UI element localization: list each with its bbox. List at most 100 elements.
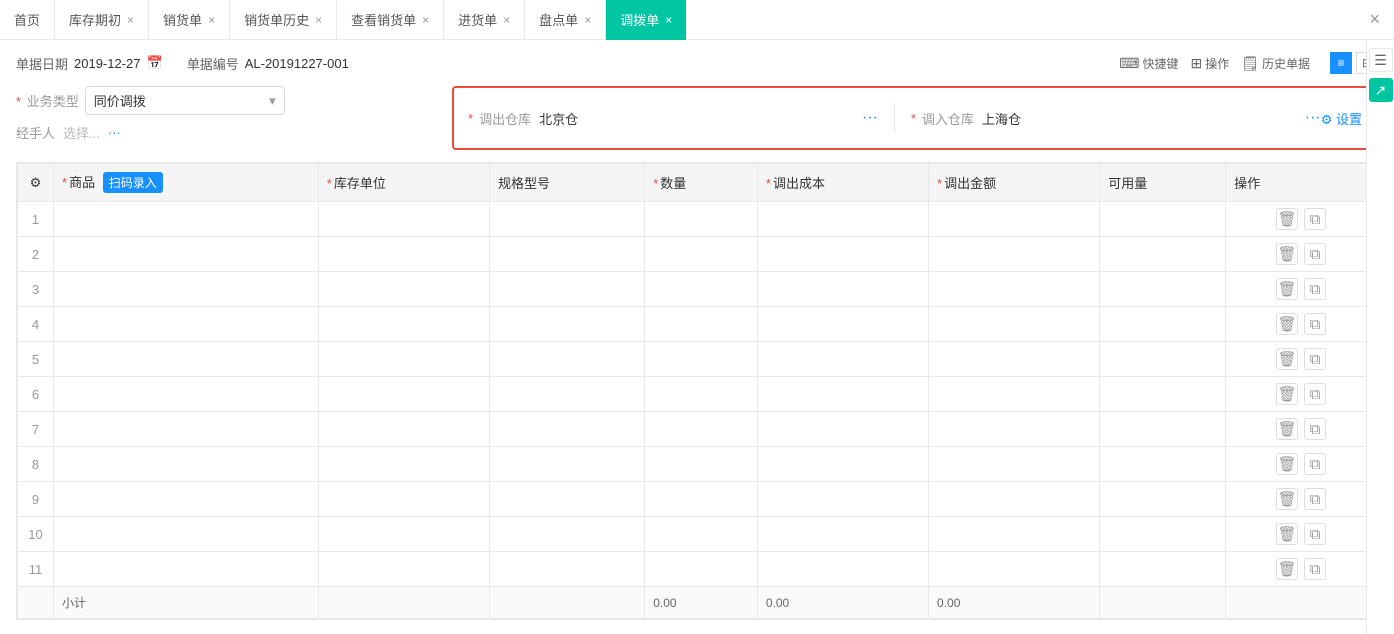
warehouse-in-ellipsis[interactable]: ··· bbox=[1305, 109, 1321, 127]
tab-bar: 首页 库存期初 × 销货单 × 销货单历史 × 查看销货单 × 进货单 × 盘点… bbox=[0, 0, 1394, 40]
col-qty: *数量 bbox=[645, 164, 758, 202]
col-goods: *商品 扫码录入 bbox=[54, 164, 319, 202]
operator-placeholder: 选择... bbox=[63, 123, 100, 142]
copy-icon[interactable]: ⧉ bbox=[1304, 243, 1326, 265]
history-icon: 🗒 bbox=[1241, 55, 1259, 72]
close-tab-sales-order[interactable]: × bbox=[208, 13, 215, 27]
warehouse-divider bbox=[894, 103, 895, 133]
col-settings[interactable]: ⚙ bbox=[18, 164, 54, 202]
delete-icon[interactable]: 🗑 bbox=[1276, 383, 1298, 405]
warehouse-in-value: 上海仓 bbox=[982, 109, 1021, 128]
delete-icon[interactable]: 🗑 bbox=[1276, 523, 1298, 545]
copy-icon[interactable]: ⧉ bbox=[1304, 208, 1326, 230]
warehouse-out-label: 调出仓库 bbox=[479, 109, 531, 128]
copy-icon[interactable]: ⧉ bbox=[1304, 278, 1326, 300]
date-value: 2019-12-27 bbox=[74, 56, 141, 71]
tab-sales-order[interactable]: 销货单 × bbox=[149, 0, 230, 40]
tab-purchase[interactable]: 进货单 × bbox=[444, 0, 525, 40]
history-button[interactable]: 🗒 历史单据 bbox=[1241, 55, 1310, 72]
col-unit: *库存单位 bbox=[318, 164, 489, 202]
dropdown-arrow-icon: ▾ bbox=[269, 93, 276, 109]
col-ops: 操作 bbox=[1226, 164, 1377, 202]
header-actions: ⌨ 快捷键 ⊞ 操作 🗒 历史单据 ≡ ⊞ bbox=[1119, 52, 1378, 74]
col-amount: *调出金额 bbox=[929, 164, 1100, 202]
table-row: 10 🗑⧉ bbox=[18, 517, 1377, 552]
subtotal-amount: 0.00 bbox=[929, 587, 1100, 619]
delete-icon[interactable]: 🗑 bbox=[1276, 243, 1298, 265]
tab-inventory[interactable]: 盘点单 × bbox=[525, 0, 606, 40]
copy-icon[interactable]: ⧉ bbox=[1304, 488, 1326, 510]
sidebar-export-icon[interactable]: ↗ bbox=[1369, 78, 1393, 102]
table-row: 11 🗑⧉ bbox=[18, 552, 1377, 587]
copy-icon[interactable]: ⧉ bbox=[1304, 453, 1326, 475]
sidebar-list-icon[interactable]: ☰ bbox=[1369, 48, 1393, 72]
subtotal-cost: 0.00 bbox=[757, 587, 928, 619]
delete-icon[interactable]: 🗑 bbox=[1276, 208, 1298, 230]
operate-button[interactable]: ⊞ 操作 bbox=[1190, 55, 1229, 72]
delete-icon[interactable]: 🗑 bbox=[1276, 453, 1298, 475]
tab-home[interactable]: 首页 bbox=[0, 0, 55, 40]
header-row: 单据日期 2019-12-27 📅 单据编号 AL-20191227-001 ⌨… bbox=[16, 52, 1378, 74]
business-type-select[interactable]: 同价调拨 ▾ bbox=[85, 86, 285, 115]
warehouse-out-value: 北京仓 bbox=[539, 109, 578, 128]
table-row: 9 🗑⧉ bbox=[18, 482, 1377, 517]
delete-icon[interactable]: 🗑 bbox=[1276, 348, 1298, 370]
table-container: ⚙ *商品 扫码录入 *库存单位 规格型号 *数量 *调出成本 *调出金额 可用… bbox=[16, 162, 1378, 620]
business-type-value: 同价调拨 bbox=[94, 91, 261, 110]
operator-row: 经手人 选择... ··· bbox=[16, 123, 436, 142]
delete-icon[interactable]: 🗑 bbox=[1276, 418, 1298, 440]
main-content: 单据日期 2019-12-27 📅 单据编号 AL-20191227-001 ⌨… bbox=[0, 40, 1394, 634]
delete-icon[interactable]: 🗑 bbox=[1276, 278, 1298, 300]
calendar-icon[interactable]: 📅 bbox=[147, 55, 163, 71]
table-row: 7 🗑⧉ bbox=[18, 412, 1377, 447]
delete-icon[interactable]: 🗑 bbox=[1276, 558, 1298, 580]
warehouse-in-field: * 调入仓库 上海仓 ··· bbox=[911, 109, 1321, 128]
table-row: 1 🗑⧉ bbox=[18, 202, 1377, 237]
copy-icon[interactable]: ⧉ bbox=[1304, 313, 1326, 335]
col-cost: *调出成本 bbox=[757, 164, 928, 202]
delete-icon[interactable]: 🗑 bbox=[1276, 313, 1298, 335]
warehouse-out-ellipsis[interactable]: ··· bbox=[862, 109, 878, 127]
subtotal-label: 小计 bbox=[54, 587, 319, 619]
window-close-button[interactable]: × bbox=[1355, 9, 1394, 30]
form-left: * 业务类型 同价调拨 ▾ 经手人 选择... ··· bbox=[16, 86, 436, 150]
col-available: 可用量 bbox=[1100, 164, 1226, 202]
table-row: 4 🗑⧉ bbox=[18, 307, 1377, 342]
tab-view-sales[interactable]: 查看销货单 × bbox=[337, 0, 444, 40]
tab-sales-history[interactable]: 销货单历史 × bbox=[230, 0, 337, 40]
doc-number-field: 单据编号 AL-20191227-001 bbox=[187, 54, 349, 73]
tab-inventory-init[interactable]: 库存期初 × bbox=[55, 0, 149, 40]
table-row: 2 🗑⧉ bbox=[18, 237, 1377, 272]
right-sidebar: ☰ ↗ bbox=[1366, 40, 1394, 634]
settings-button[interactable]: ⚙ 设置 bbox=[1321, 109, 1362, 128]
delete-icon[interactable]: 🗑 bbox=[1276, 488, 1298, 510]
table-row: 3 🗑⧉ bbox=[18, 272, 1377, 307]
business-type-field: * 业务类型 同价调拨 ▾ bbox=[16, 86, 436, 115]
layout-list-icon[interactable]: ≡ bbox=[1330, 52, 1352, 74]
table-row: 6 🗑⧉ bbox=[18, 377, 1377, 412]
scan-button[interactable]: 扫码录入 bbox=[103, 172, 163, 193]
form-section: * 业务类型 同价调拨 ▾ 经手人 选择... ··· * 调出仓库 北京仓 ·… bbox=[16, 86, 1378, 150]
copy-icon[interactable]: ⧉ bbox=[1304, 418, 1326, 440]
close-tab-view-sales[interactable]: × bbox=[422, 13, 429, 27]
copy-icon[interactable]: ⧉ bbox=[1304, 558, 1326, 580]
copy-icon[interactable]: ⧉ bbox=[1304, 383, 1326, 405]
close-tab-purchase[interactable]: × bbox=[503, 13, 510, 27]
close-tab-inventory[interactable]: × bbox=[584, 13, 591, 27]
copy-icon[interactable]: ⧉ bbox=[1304, 523, 1326, 545]
shortcut-icon: ⌨ bbox=[1119, 55, 1139, 72]
warehouse-box: * 调出仓库 北京仓 ··· * 调入仓库 上海仓 ··· ⚙ 设置 bbox=[452, 86, 1378, 150]
close-tab-inventory-init[interactable]: × bbox=[127, 13, 134, 27]
warehouse-out-field: * 调出仓库 北京仓 ··· bbox=[468, 109, 878, 128]
operate-icon: ⊞ bbox=[1190, 55, 1202, 72]
close-tab-sales-history[interactable]: × bbox=[315, 13, 322, 27]
table-row: 8 🗑⧉ bbox=[18, 447, 1377, 482]
copy-icon[interactable]: ⧉ bbox=[1304, 348, 1326, 370]
close-tab-transfer[interactable]: × bbox=[665, 13, 672, 27]
col-spec: 规格型号 bbox=[489, 164, 644, 202]
subtotal-row: 小计 0.00 0.00 0.00 bbox=[18, 587, 1377, 619]
shortcut-key-button[interactable]: ⌨ 快捷键 bbox=[1119, 55, 1178, 72]
tab-transfer[interactable]: 调拨单 × bbox=[606, 0, 687, 40]
warehouse-in-label: 调入仓库 bbox=[922, 109, 974, 128]
operator-ellipsis-button[interactable]: ··· bbox=[108, 125, 121, 140]
